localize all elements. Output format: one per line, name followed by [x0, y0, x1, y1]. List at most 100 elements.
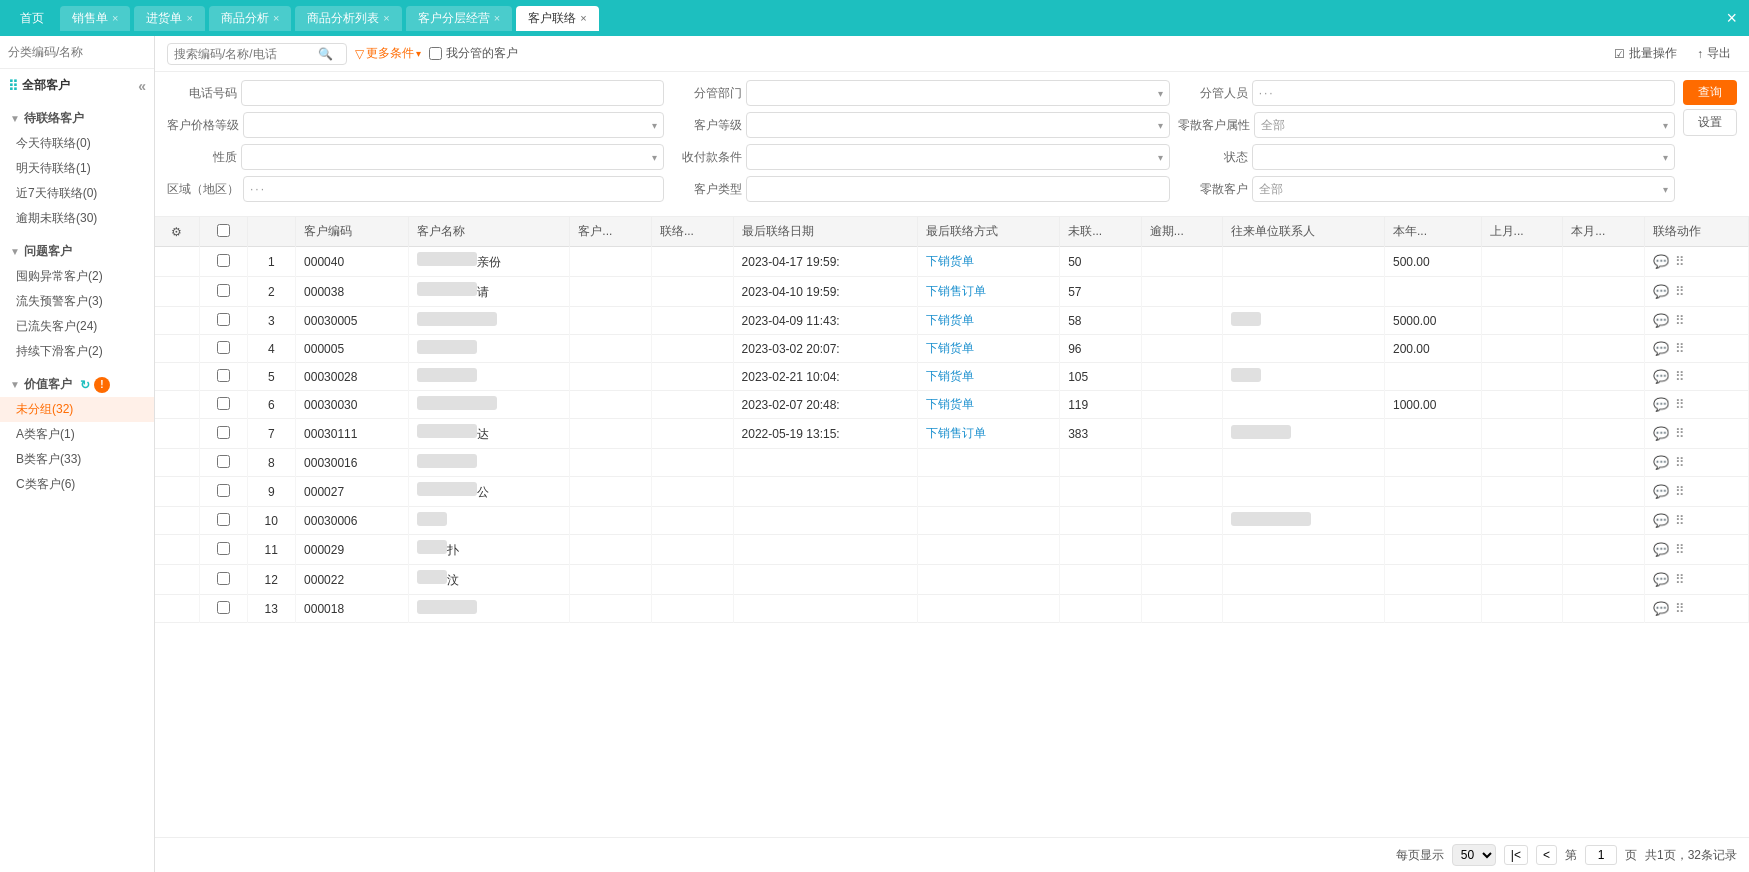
close-analysis-list-tab[interactable]: ×: [383, 12, 389, 24]
apps-icon[interactable]: ⠿: [1675, 484, 1685, 499]
status-select[interactable]: ▾: [1252, 144, 1675, 170]
row-checkbox[interactable]: [217, 601, 230, 614]
th-contact[interactable]: 联络...: [651, 217, 733, 247]
sidebar-item-unclassified[interactable]: 未分组(32): [0, 397, 154, 422]
comment-icon[interactable]: 💬: [1653, 455, 1669, 470]
apps-icon[interactable]: ⠿: [1675, 254, 1685, 269]
row-checkbox[interactable]: [217, 455, 230, 468]
comment-icon[interactable]: 💬: [1653, 601, 1669, 616]
row-checkbox[interactable]: [217, 397, 230, 410]
apps-icon[interactable]: ⠿: [1675, 601, 1685, 616]
comment-icon[interactable]: 💬: [1653, 397, 1669, 412]
sidebar-item-hoarding-abnormal[interactable]: 囤购异常客户(2): [0, 264, 154, 289]
apps-icon[interactable]: ⠿: [1675, 542, 1685, 557]
th-gear[interactable]: ⚙: [155, 217, 199, 247]
close-all-tabs[interactable]: ×: [1722, 8, 1741, 29]
apps-icon[interactable]: ⠿: [1675, 284, 1685, 299]
row-checkbox[interactable]: [217, 572, 230, 585]
tab-customer-segment[interactable]: 客户分层经营 ×: [406, 6, 512, 31]
apps-icon[interactable]: ⠿: [1675, 455, 1685, 470]
row-checkbox[interactable]: [217, 369, 230, 382]
th-name[interactable]: 客户名称: [408, 217, 570, 247]
comment-icon[interactable]: 💬: [1653, 313, 1669, 328]
row-checkbox[interactable]: [217, 284, 230, 297]
sidebar-collapse-btn[interactable]: «: [138, 78, 146, 94]
close-sales-tab[interactable]: ×: [112, 12, 118, 24]
row-checkbox[interactable]: [217, 513, 230, 526]
comment-icon[interactable]: 💬: [1653, 484, 1669, 499]
last-method-link[interactable]: 下销货单: [926, 313, 974, 327]
th-last-month[interactable]: 上月...: [1481, 217, 1563, 247]
close-customer-contact-tab[interactable]: ×: [580, 12, 586, 24]
apps-icon[interactable]: ⠿: [1675, 369, 1685, 384]
sidebar-item-class-b[interactable]: B类客户(33): [0, 447, 154, 472]
export-btn[interactable]: ↑ 导出: [1691, 42, 1737, 65]
tab-customer-contact[interactable]: 客户联络 ×: [516, 6, 598, 31]
price-level-select[interactable]: ▾: [243, 112, 664, 138]
filter-search-input[interactable]: [174, 47, 314, 61]
th-this-month[interactable]: 本月...: [1563, 217, 1645, 247]
comment-icon[interactable]: 💬: [1653, 284, 1669, 299]
comment-icon[interactable]: 💬: [1653, 513, 1669, 528]
row-checkbox[interactable]: [217, 542, 230, 555]
sidebar-item-churn-warning[interactable]: 流失预警客户(3): [0, 289, 154, 314]
phone-input[interactable]: [241, 80, 664, 106]
sidebar-group-pending-title[interactable]: ▼ 待联络客户: [0, 106, 154, 131]
last-method-link[interactable]: 下销货单: [926, 254, 974, 268]
refresh-value-icon[interactable]: ↻: [80, 378, 90, 392]
comment-icon[interactable]: 💬: [1653, 542, 1669, 557]
sidebar-item-declining[interactable]: 持续下滑客户(2): [0, 339, 154, 364]
sidebar-item-today-pending[interactable]: 今天待联络(0): [0, 131, 154, 156]
th-unit-contact[interactable]: 往来单位联系人: [1223, 217, 1385, 247]
th-last-method[interactable]: 最后联络方式: [917, 217, 1059, 247]
comment-icon[interactable]: 💬: [1653, 341, 1669, 356]
batch-ops-btn[interactable]: ☑ 批量操作: [1608, 42, 1683, 65]
sidebar-item-tomorrow-pending[interactable]: 明天待联络(1): [0, 156, 154, 181]
row-checkbox[interactable]: [217, 484, 230, 497]
region-input[interactable]: ···: [243, 176, 664, 202]
apps-icon[interactable]: ⠿: [1675, 513, 1685, 528]
close-analysis-tab[interactable]: ×: [273, 12, 279, 24]
row-checkbox[interactable]: [217, 254, 230, 267]
payment-select[interactable]: ▾: [746, 144, 1169, 170]
select-all-checkbox[interactable]: [217, 224, 230, 237]
nature-select[interactable]: ▾: [241, 144, 664, 170]
per-page-select[interactable]: 50: [1452, 844, 1496, 866]
last-method-link[interactable]: 下销售订单: [926, 426, 986, 440]
th-no-contact[interactable]: 未联...: [1060, 217, 1142, 247]
last-method-link[interactable]: 下销货单: [926, 397, 974, 411]
tab-sales[interactable]: 销售单 ×: [60, 6, 130, 31]
tab-analysis[interactable]: 商品分析 ×: [209, 6, 291, 31]
scatter-customer-select[interactable]: 全部▾: [1252, 176, 1675, 202]
th-overdue[interactable]: 逾期...: [1141, 217, 1223, 247]
th-type[interactable]: 客户...: [570, 217, 652, 247]
last-method-link[interactable]: 下销货单: [926, 341, 974, 355]
tab-home[interactable]: 首页: [8, 6, 56, 31]
first-page-btn[interactable]: |<: [1504, 845, 1528, 865]
scatter-attr-select[interactable]: 全部▾: [1254, 112, 1675, 138]
customer-type-input[interactable]: [746, 176, 1169, 202]
sidebar-item-7days-pending[interactable]: 近7天待联络(0): [0, 181, 154, 206]
apps-icon[interactable]: ⠿: [1675, 572, 1685, 587]
sidebar-item-overdue-pending[interactable]: 逾期未联络(30): [0, 206, 154, 231]
apps-icon[interactable]: ⠿: [1675, 341, 1685, 356]
close-purchase-tab[interactable]: ×: [186, 12, 192, 24]
page-number-input[interactable]: [1585, 845, 1617, 865]
comment-icon[interactable]: 💬: [1653, 254, 1669, 269]
reset-btn[interactable]: 设置: [1683, 109, 1737, 136]
sidebar-item-churned[interactable]: 已流失客户(24): [0, 314, 154, 339]
sidebar-group-value-title[interactable]: ▼ 价值客户 ↻ !: [0, 372, 154, 397]
manager-input[interactable]: ···: [1252, 80, 1675, 106]
dept-select[interactable]: ▾: [746, 80, 1169, 106]
more-conditions-btn[interactable]: ▽ 更多条件 ▾: [355, 45, 421, 62]
tab-analysis-list[interactable]: 商品分析列表 ×: [295, 6, 401, 31]
last-method-link[interactable]: 下销售订单: [926, 284, 986, 298]
th-code[interactable]: 客户编码: [296, 217, 409, 247]
close-customer-segment-tab[interactable]: ×: [494, 12, 500, 24]
comment-icon[interactable]: 💬: [1653, 426, 1669, 441]
query-btn[interactable]: 查询: [1683, 80, 1737, 105]
th-this-year[interactable]: 本年...: [1384, 217, 1481, 247]
my-customers-checkbox[interactable]: [429, 47, 442, 60]
comment-icon[interactable]: 💬: [1653, 572, 1669, 587]
row-checkbox[interactable]: [217, 426, 230, 439]
